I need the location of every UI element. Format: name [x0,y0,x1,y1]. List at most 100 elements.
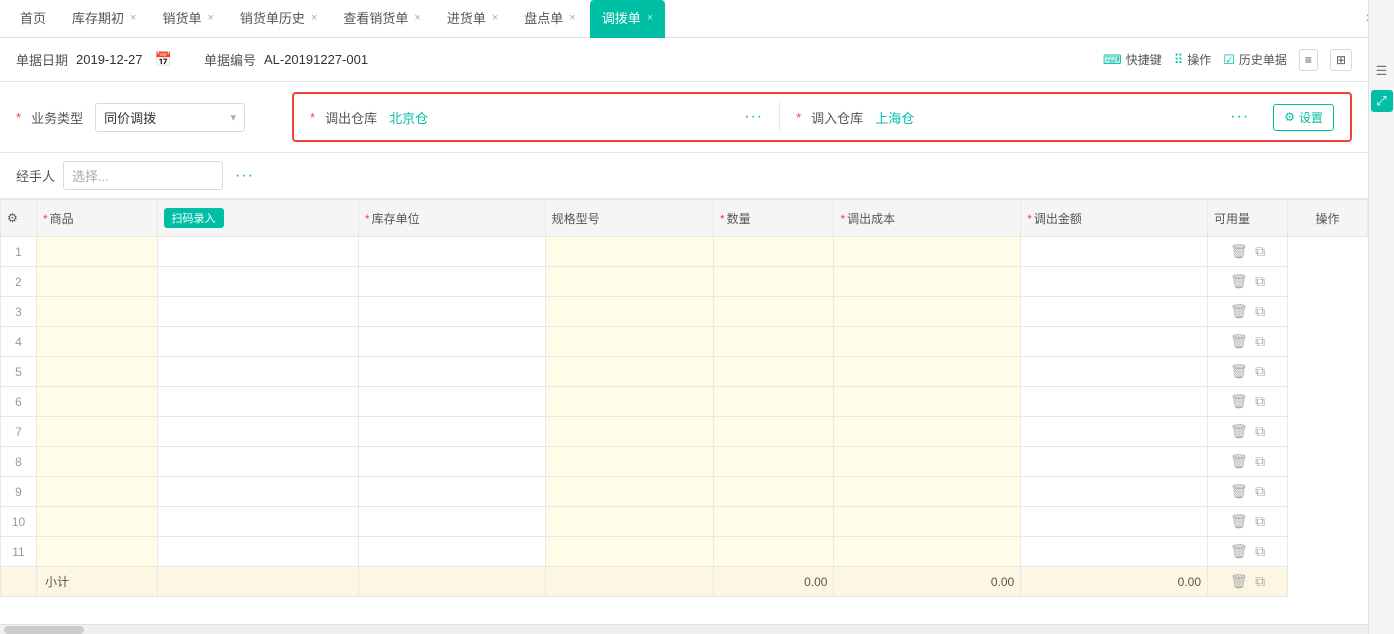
row-product-7[interactable] [37,417,158,447]
row-cost-8[interactable] [713,447,834,477]
delete-icon-8[interactable]: 🗑 [1230,453,1248,469]
row-unit-11[interactable] [157,537,358,567]
delete-icon-2[interactable]: 🗑 [1230,273,1248,289]
copy-icon-5[interactable]: ⧉ [1255,363,1265,379]
row-cost-11[interactable] [713,537,834,567]
tab-view-sales-close[interactable]: × [414,12,420,24]
tab-home[interactable]: 首页 [8,0,58,38]
scrollbar-thumb[interactable] [4,626,84,634]
row-spec-8[interactable] [358,447,545,477]
row-spec-3[interactable] [358,297,545,327]
copy-icon-6[interactable]: ⧉ [1255,393,1265,409]
settings-button[interactable]: ⚙ 设置 [1273,104,1334,131]
copy-icon-4[interactable]: ⧉ [1255,333,1265,349]
copy-icon-1[interactable]: ⧉ [1255,243,1265,259]
handler-select[interactable]: 选择... [63,161,223,190]
row-product-1[interactable] [37,237,158,267]
row-spec-11[interactable] [358,537,545,567]
copy-icon-8[interactable]: ⧉ [1255,453,1265,469]
tab-view-sales[interactable]: 查看销货单 × [331,0,432,38]
row-unit-1[interactable] [157,237,358,267]
calendar-icon[interactable]: 📅 [155,51,172,68]
tab-purchase-order[interactable]: 进货单 × [435,0,510,38]
copy-icon-7[interactable]: ⧉ [1255,423,1265,439]
copy-icon-3[interactable]: ⧉ [1255,303,1265,319]
row-unit-6[interactable] [157,387,358,417]
row-amount-11[interactable] [834,537,1021,567]
history-button[interactable]: ☑ 历史单据 [1223,51,1287,68]
row-amount-4[interactable] [834,327,1021,357]
tab-transfer-order[interactable]: 调拨单 × [590,0,665,38]
delete-icon-3[interactable]: 🗑 [1230,303,1248,319]
row-unit-8[interactable] [157,447,358,477]
row-spec-6[interactable] [358,387,545,417]
delete-icon-4[interactable]: 🗑 [1230,333,1248,349]
sidebar-expand-icon[interactable]: ⤢ [1371,90,1393,112]
row-quantity-10[interactable] [545,507,713,537]
tab-transfer-order-close[interactable]: × [647,12,653,24]
delete-icon-10[interactable]: 🗑 [1230,513,1248,529]
row-unit-5[interactable] [157,357,358,387]
delete-icon-6[interactable]: 🗑 [1230,393,1248,409]
row-spec-10[interactable] [358,507,545,537]
col-scan[interactable]: 扫码录入 [157,200,358,237]
row-amount-3[interactable] [834,297,1021,327]
row-amount-10[interactable] [834,507,1021,537]
subtotal-delete-icon[interactable]: 🗑 [1230,573,1248,589]
shortcuts-button[interactable]: ⌨ 快捷键 [1103,51,1162,68]
row-quantity-1[interactable] [545,237,713,267]
layout-btn2[interactable]: ⊞ [1330,49,1352,71]
row-quantity-8[interactable] [545,447,713,477]
row-cost-9[interactable] [713,477,834,507]
layout-btn1[interactable]: ≡ [1299,49,1318,71]
copy-icon-10[interactable]: ⧉ [1255,513,1265,529]
tab-inventory-check-close[interactable]: × [569,12,575,24]
row-product-6[interactable] [37,387,158,417]
row-quantity-4[interactable] [545,327,713,357]
row-cost-7[interactable] [713,417,834,447]
row-cost-6[interactable] [713,387,834,417]
row-amount-1[interactable] [834,237,1021,267]
row-spec-1[interactable] [358,237,545,267]
row-amount-9[interactable] [834,477,1021,507]
operations-button[interactable]: ⠿ 操作 [1174,51,1212,68]
subtotal-copy-icon[interactable]: ⧉ [1255,573,1265,589]
row-quantity-6[interactable] [545,387,713,417]
row-quantity-11[interactable] [545,537,713,567]
row-cost-3[interactable] [713,297,834,327]
row-cost-4[interactable] [713,327,834,357]
copy-icon-11[interactable]: ⧉ [1255,543,1265,559]
row-amount-8[interactable] [834,447,1021,477]
row-amount-2[interactable] [834,267,1021,297]
row-product-10[interactable] [37,507,158,537]
row-cost-1[interactable] [713,237,834,267]
row-spec-2[interactable] [358,267,545,297]
tab-sales-history-close[interactable]: × [311,12,317,24]
horizontal-scrollbar[interactable] [0,624,1368,634]
row-amount-7[interactable] [834,417,1021,447]
row-product-8[interactable] [37,447,158,477]
tab-purchase-order-close[interactable]: × [492,12,498,24]
in-warehouse-more[interactable]: ··· [1230,108,1249,126]
row-quantity-9[interactable] [545,477,713,507]
copy-icon-9[interactable]: ⧉ [1255,483,1265,499]
row-unit-7[interactable] [157,417,358,447]
row-product-11[interactable] [37,537,158,567]
tab-inventory-init[interactable]: 库存期初 × [60,0,148,38]
tab-sales-history[interactable]: 销货单历史 × [228,0,329,38]
row-cost-10[interactable] [713,507,834,537]
row-spec-7[interactable] [358,417,545,447]
row-unit-2[interactable] [157,267,358,297]
delete-icon-5[interactable]: 🗑 [1230,363,1248,379]
delete-icon-7[interactable]: 🗑 [1230,423,1248,439]
row-quantity-3[interactable] [545,297,713,327]
row-product-9[interactable] [37,477,158,507]
row-product-2[interactable] [37,267,158,297]
col-gear[interactable]: ⚙ [1,200,37,237]
tab-sales-order[interactable]: 销货单 × [150,0,225,38]
copy-icon-2[interactable]: ⧉ [1255,273,1265,289]
row-quantity-2[interactable] [545,267,713,297]
row-unit-9[interactable] [157,477,358,507]
tab-inventory-check[interactable]: 盘点单 × [512,0,587,38]
row-product-3[interactable] [37,297,158,327]
